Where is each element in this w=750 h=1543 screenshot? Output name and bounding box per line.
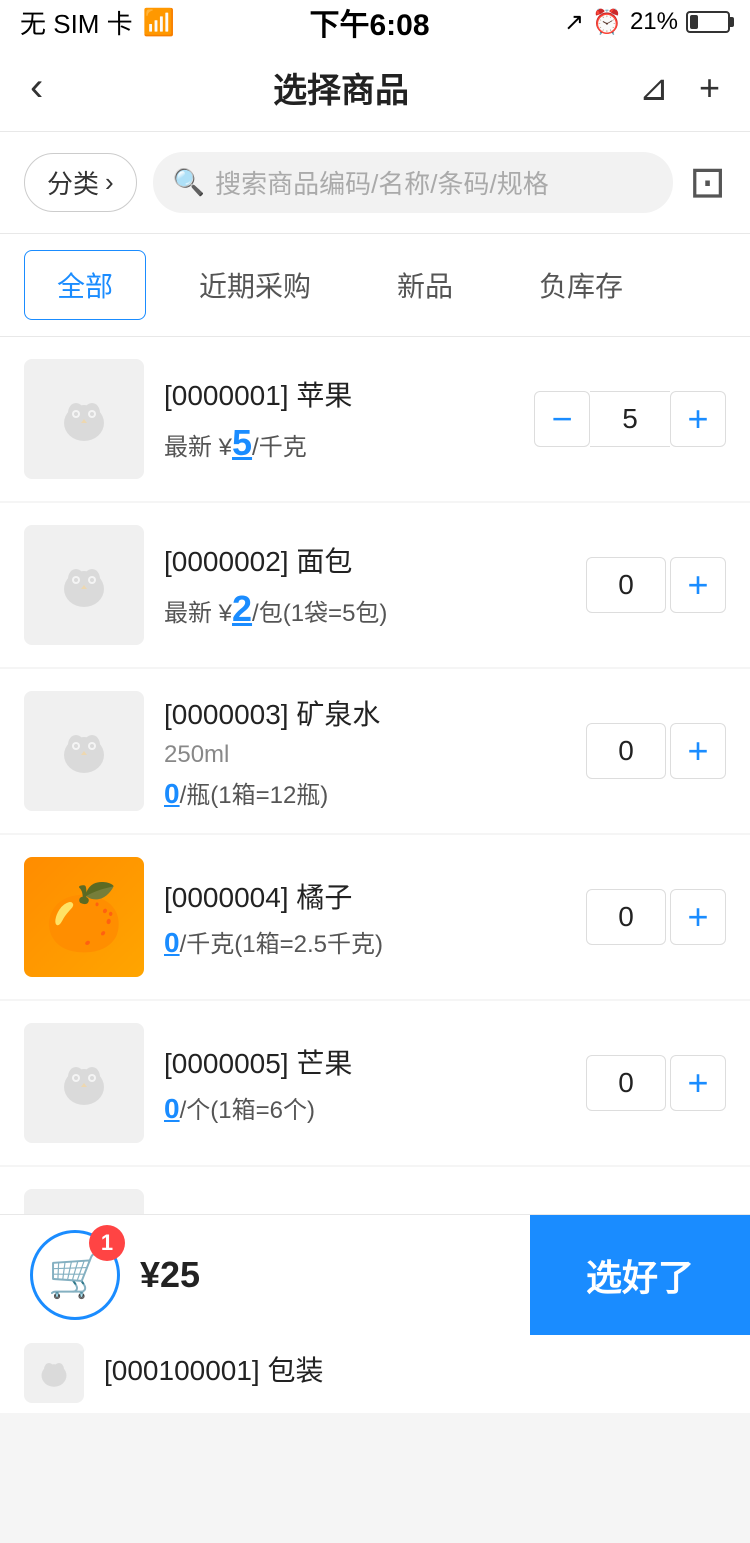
category-chevron: › — [105, 167, 114, 198]
product-info-0000003: [0000003] 矿泉水 250ml 0/瓶(1箱=12瓶) — [164, 693, 566, 810]
tab-all[interactable]: 全部 — [24, 250, 146, 320]
product-item-0000005: [0000005] 芒果 0/个(1箱=6个) + — [0, 1001, 750, 1165]
tab-bar: 全部 近期采购 新品 负库存 — [0, 234, 750, 337]
search-icon: 🔍 — [173, 167, 205, 198]
qty-input-0000001[interactable] — [590, 391, 670, 447]
product-item-0000003: [0000003] 矿泉水 250ml 0/瓶(1箱=12瓶) + — [0, 669, 750, 833]
back-button[interactable]: ‹ — [30, 65, 43, 110]
product-thumb-0000001 — [24, 359, 144, 479]
product-info-0000004: [0000004] 橘子 0/千克(1箱=2.5千克) — [164, 876, 566, 959]
qty-plus-0000003[interactable]: + — [670, 723, 726, 779]
product-thumb-000100001 — [24, 1343, 84, 1403]
status-right: ↗ ⏰ 21% — [564, 8, 730, 37]
tab-negative[interactable]: 负库存 — [506, 250, 656, 320]
scan-button[interactable]: ⊡ — [689, 157, 726, 208]
tab-recent[interactable]: 近期采购 — [166, 250, 344, 320]
qty-plus-0000005[interactable]: + — [670, 1055, 726, 1111]
qty-input-0000002[interactable] — [586, 557, 666, 613]
cart-badge: 1 — [89, 1225, 125, 1261]
cart-area: 🛒 1 ¥25 — [0, 1230, 530, 1320]
product-info-0000002: [0000002] 面包 最新 ¥2/包(1袋=5包) — [164, 540, 566, 630]
product-spec-0000003: 250ml — [164, 741, 566, 769]
qty-input-0000004[interactable] — [586, 889, 666, 945]
status-left: 无 SIM 卡 📶 — [20, 4, 175, 41]
product-thumb-0000002 — [24, 525, 144, 645]
status-bar: 无 SIM 卡 📶 下午6:08 ↗ ⏰ 21% — [0, 0, 750, 44]
bottom-bar: 🛒 1 ¥25 选好了 — [0, 1214, 750, 1334]
product-price-0000005: 0/个(1箱=6个) — [164, 1090, 566, 1125]
qty-plus-0000004[interactable]: + — [670, 889, 726, 945]
qty-control-0000004: + — [586, 889, 726, 945]
qty-input-0000003[interactable] — [586, 723, 666, 779]
product-name-0000003: [0000003] 矿泉水 — [164, 693, 566, 733]
product-item-000100001: [000100001] 包装 — [0, 1333, 750, 1413]
product-name-000100001: [000100001] 包装 — [104, 1349, 726, 1389]
product-info-0000005: [0000005] 芒果 0/个(1箱=6个) — [164, 1042, 566, 1125]
battery-icon — [686, 11, 730, 33]
confirm-button[interactable]: 选好了 — [530, 1215, 750, 1335]
qty-control-0000002: + — [586, 557, 726, 613]
wifi-icon: 📶 — [143, 7, 175, 38]
product-item-0000004: 🍊 [0000004] 橘子 0/千克(1箱=2.5千克) + — [0, 835, 750, 999]
product-price-0000001: 最新 ¥5/千克 — [164, 422, 514, 464]
product-name-0000002: [0000002] 面包 — [164, 540, 566, 580]
qty-control-0000003: + — [586, 723, 726, 779]
product-thumb-0000003 — [24, 691, 144, 811]
qty-plus-0000001[interactable]: + — [670, 391, 726, 447]
product-item-0000001: [0000001] 苹果 最新 ¥5/千克 − + — [0, 337, 750, 501]
nav-bar: ‹ 选择商品 ⊿ + — [0, 44, 750, 132]
product-price-0000002: 最新 ¥2/包(1袋=5包) — [164, 588, 566, 630]
alarm-icon: ⏰ — [592, 8, 622, 37]
qty-control-0000005: + — [586, 1055, 726, 1111]
filter-bar: 分类 › 🔍 搜索商品编码/名称/条码/规格 ⊡ — [0, 132, 750, 234]
qty-input-0000005[interactable] — [586, 1055, 666, 1111]
location-icon: ↗ — [564, 8, 584, 37]
status-time: 下午6:08 — [309, 0, 429, 44]
page-title: 选择商品 — [273, 63, 409, 112]
product-info-000100001: [000100001] 包装 — [104, 1349, 726, 1397]
qty-control-0000001: − + — [534, 391, 726, 447]
search-box[interactable]: 🔍 搜索商品编码/名称/条码/规格 — [153, 152, 673, 213]
product-thumb-0000004: 🍊 — [24, 857, 144, 977]
qty-minus-0000001[interactable]: − — [534, 391, 590, 447]
product-name-0000004: [0000004] 橘子 — [164, 876, 566, 916]
product-price-0000003: 0/瓶(1箱=12瓶) — [164, 775, 566, 810]
product-name-0000001: [0000001] 苹果 — [164, 374, 514, 414]
add-button[interactable]: + — [699, 67, 720, 109]
product-name-0000005: [0000005] 芒果 — [164, 1042, 566, 1082]
filter-icon[interactable]: ⊿ — [639, 67, 669, 109]
cart-button[interactable]: 🛒 1 — [30, 1230, 120, 1320]
product-thumb-0000005 — [24, 1023, 144, 1143]
category-label: 分类 — [47, 164, 99, 201]
product-price-0000004: 0/千克(1箱=2.5千克) — [164, 924, 566, 959]
product-info-0000001: [0000001] 苹果 最新 ¥5/千克 — [164, 374, 514, 464]
category-button[interactable]: 分类 › — [24, 153, 137, 212]
product-item-0000002: [0000002] 面包 最新 ¥2/包(1袋=5包) + — [0, 503, 750, 667]
nav-actions: ⊿ + — [639, 67, 720, 109]
battery-percent: 21% — [630, 8, 678, 36]
search-placeholder: 搜索商品编码/名称/条码/规格 — [215, 164, 549, 201]
tab-new[interactable]: 新品 — [364, 250, 486, 320]
carrier-label: 无 SIM 卡 — [20, 4, 133, 41]
qty-plus-0000002[interactable]: + — [670, 557, 726, 613]
cart-total: ¥25 — [140, 1254, 200, 1296]
